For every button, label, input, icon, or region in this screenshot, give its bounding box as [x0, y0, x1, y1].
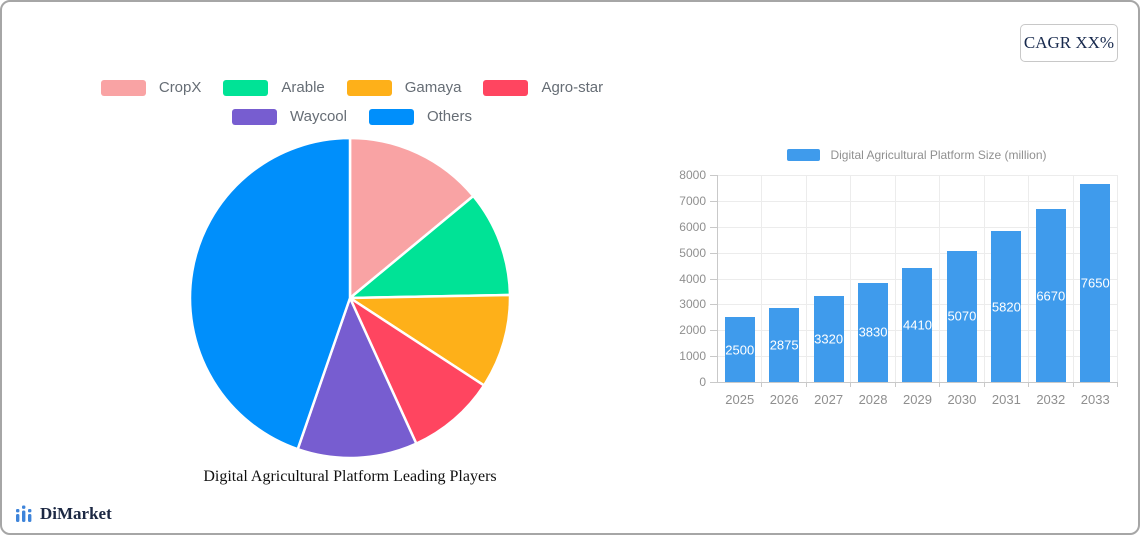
legend-label: CropX — [158, 79, 202, 96]
bar-column-2033: 7650 2033 — [1074, 175, 1118, 407]
x-axis-label: 2028 — [858, 392, 888, 407]
x-axis-label: 2027 — [814, 392, 844, 407]
y-axis-tick — [710, 252, 718, 254]
bar-legend-label: Digital Agricultural Platform Size (mill… — [830, 148, 1047, 162]
brand-name: DiMarket — [40, 504, 112, 523]
pie-legend-row: Waycool Others — [232, 108, 472, 125]
bar-2030[interactable]: 5070 — [946, 250, 977, 382]
bar-value-label: 2500 — [725, 342, 755, 358]
pie-legend-item-cropx[interactable]: CropX — [100, 79, 202, 96]
y-axis-label: 7000 — [679, 193, 706, 208]
y-axis-tick — [710, 356, 718, 358]
x-axis-tick — [1116, 382, 1118, 387]
x-axis-label: 2029 — [903, 392, 932, 407]
bar-column-2028: 3830 2028 — [851, 175, 896, 407]
bar-2033[interactable]: 7650 — [1080, 184, 1111, 382]
bar-2032[interactable]: 6670 — [1035, 209, 1066, 382]
pie-legend: CropX Arable Gamaya Agro-star Waycool Others — [42, 79, 662, 125]
y-axis-label: 4000 — [679, 271, 706, 286]
bar-plot: 0 1000 2000 3000 4000 5000 6000 7000 8000 2500 202… — [679, 168, 1118, 407]
y-axis-label: 6000 — [679, 219, 706, 234]
report-card: CAGR XX% CropX Arable Gamaya Agro-star Wayco… — [0, 0, 1140, 535]
x-axis-tick — [983, 382, 985, 387]
legend-label: Agro-star — [541, 79, 604, 96]
y-axis-tick — [710, 175, 718, 176]
bar-value-label: 3830 — [858, 324, 888, 340]
x-axis-label: 2033 — [1080, 392, 1110, 407]
y-axis-label: 2000 — [679, 323, 706, 338]
pie-chart-title: Digital Agricultural Platform Leading Pl… — [203, 468, 497, 485]
x-axis-label: 2025 — [725, 392, 755, 407]
y-axis-tick — [710, 200, 718, 202]
x-axis-tick — [1028, 382, 1030, 387]
y-axis-label: 0 — [699, 375, 706, 389]
bar-2025[interactable]: 2500 — [724, 317, 755, 382]
bar-value-label: 3320 — [814, 331, 844, 347]
bar-column-2027: 3320 2027 — [807, 175, 852, 407]
pie-legend-item-agro-star[interactable]: Agro-star — [483, 79, 603, 96]
y-axis-label: 1000 — [679, 349, 706, 364]
legend-label: Others — [426, 108, 472, 125]
bar-2026[interactable]: 2875 — [769, 307, 800, 382]
bar-columns: 2500 2025 2875 2026 3320 2027 3830 2028 4410 2029… — [718, 175, 1118, 407]
x-axis-tick — [850, 382, 852, 387]
bar-value-label: 7650 — [1080, 275, 1110, 291]
x-axis-label: 2031 — [991, 392, 1021, 407]
y-axis-label: 3000 — [679, 297, 706, 312]
x-axis-tick — [805, 382, 807, 387]
legend-label: Gamaya — [404, 79, 462, 96]
bar-legend-swatch — [787, 149, 821, 161]
legend-swatch — [368, 108, 414, 125]
pie-legend-item-others[interactable]: Others — [368, 108, 472, 125]
bar-column-2025: 2500 2025 — [718, 175, 763, 407]
y-axis-label: 5000 — [679, 245, 706, 260]
bar-value-label: 5070 — [947, 308, 977, 324]
x-axis-label: 2030 — [947, 392, 977, 407]
bar-value-label: 5820 — [991, 299, 1021, 315]
bar-column-2030: 5070 2030 — [940, 175, 985, 407]
bar-value-label: 2875 — [769, 337, 799, 353]
x-axis-label: 2026 — [769, 392, 799, 407]
bar-legend[interactable]: Digital Agricultural Platform Size (mill… — [717, 148, 1117, 162]
bar-2028[interactable]: 3830 — [858, 282, 889, 382]
bar-column-2032: 6670 2032 — [1029, 175, 1074, 407]
y-axis-tick — [710, 330, 718, 332]
legend-label: Waycool — [290, 108, 347, 125]
pie-legend-item-arable[interactable]: Arable — [223, 79, 325, 96]
legend-label: Arable — [281, 79, 325, 96]
x-axis-tick — [894, 382, 896, 387]
brand-logo[interactable]: DiMarket — [16, 504, 112, 524]
x-axis-tick — [761, 382, 763, 387]
legend-swatch — [346, 79, 392, 96]
brand-icon — [16, 505, 32, 522]
y-axis-tick — [710, 226, 718, 228]
y-axis-label: 8000 — [679, 168, 706, 182]
bar-2031[interactable]: 5820 — [991, 231, 1022, 382]
bar-value-label: 6670 — [1036, 288, 1066, 304]
legend-swatch — [483, 79, 529, 96]
y-axis-tick — [710, 278, 718, 280]
x-axis-label: 2032 — [1036, 392, 1066, 407]
bar-2029[interactable]: 4410 — [902, 267, 933, 382]
pie-chart — [188, 136, 512, 460]
pie-legend-item-gamaya[interactable]: Gamaya — [346, 79, 462, 96]
y-axis-tick — [710, 382, 718, 383]
legend-swatch — [232, 108, 277, 125]
x-axis-tick — [1072, 382, 1074, 387]
cagr-badge[interactable]: CAGR XX% — [1020, 24, 1118, 62]
pie-legend-row: CropX Arable Gamaya Agro-star — [100, 79, 603, 96]
pie-legend-item-waycool[interactable]: Waycool — [232, 108, 347, 125]
bar-column-2031: 5820 2031 — [985, 175, 1030, 407]
legend-swatch — [100, 79, 146, 96]
bar-2027[interactable]: 3320 — [813, 296, 844, 382]
x-axis-tick — [939, 382, 941, 387]
legend-swatch — [223, 79, 269, 96]
bar-value-label: 4410 — [903, 317, 932, 333]
y-axis-tick — [710, 304, 718, 306]
bar-column-2029: 4410 2029 — [896, 175, 941, 407]
bar-column-2026: 2875 2026 — [762, 175, 807, 407]
